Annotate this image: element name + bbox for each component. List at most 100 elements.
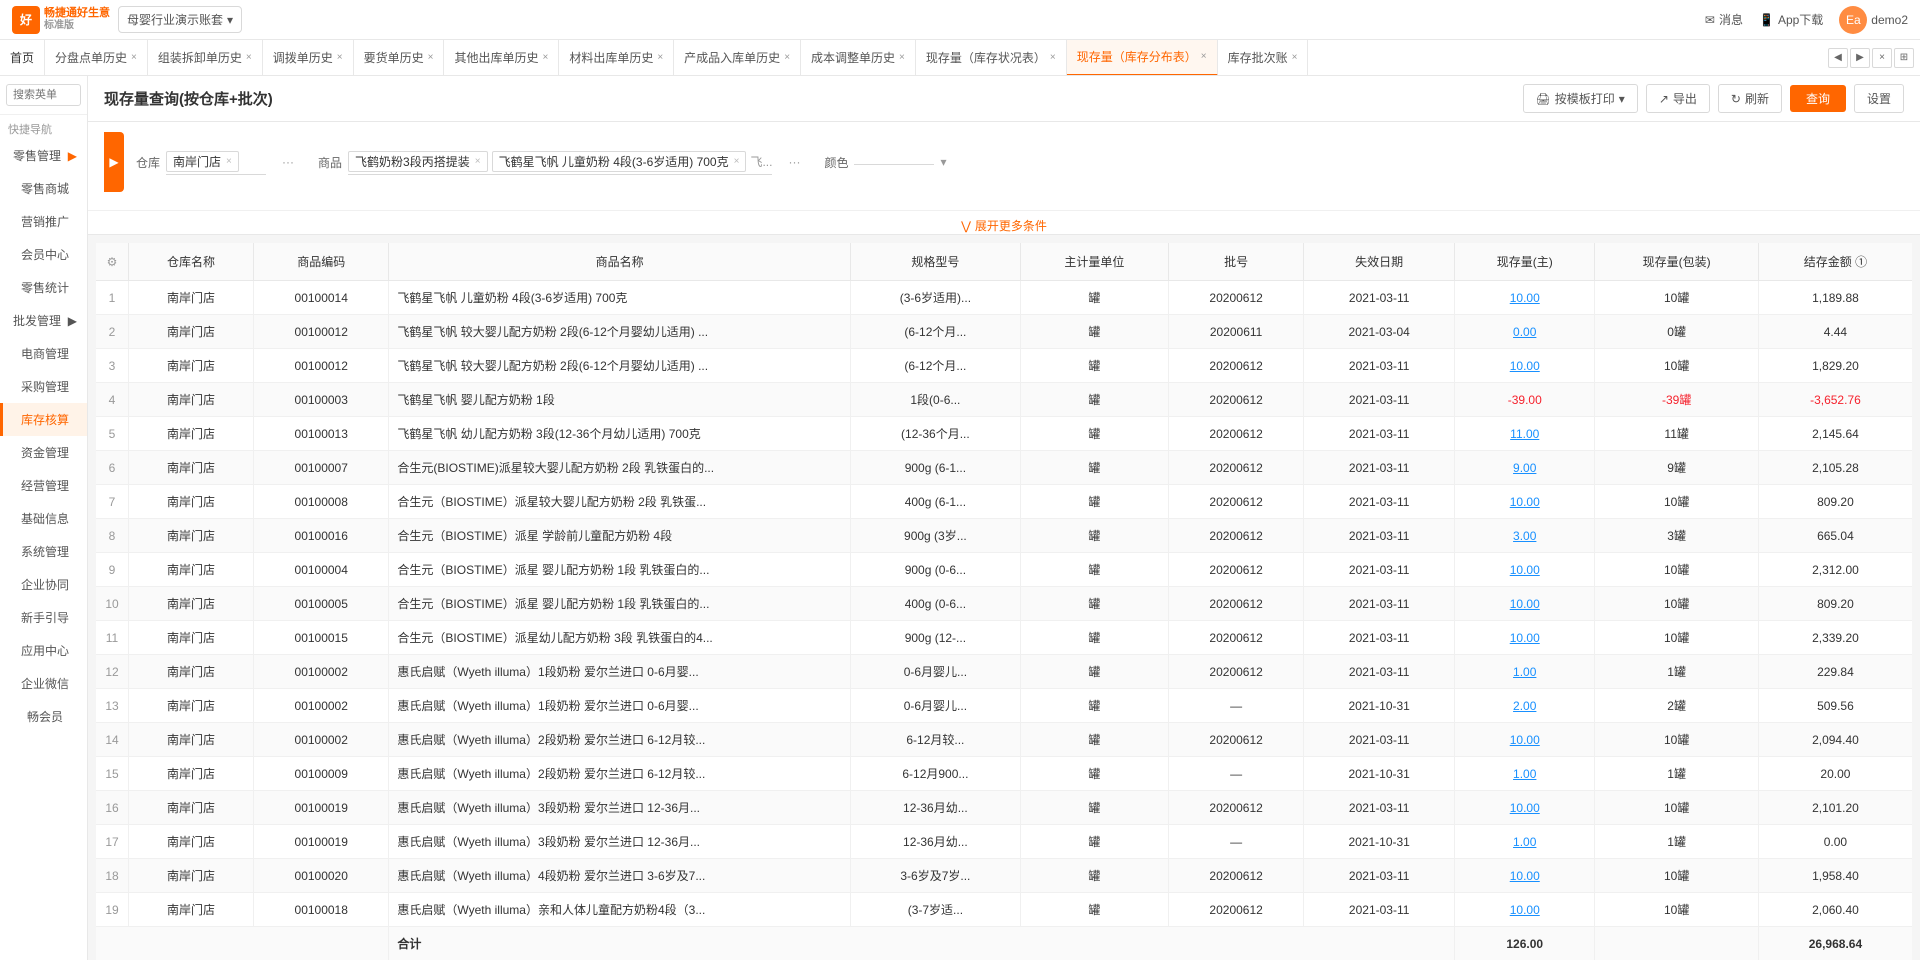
row-expire: 2021-03-11 <box>1304 587 1455 621</box>
col-spec: 规格型号 <box>850 243 1020 281</box>
row-stock-main[interactable]: 10.00 <box>1455 859 1595 893</box>
row-expire: 2021-10-31 <box>1304 757 1455 791</box>
row-num: 12 <box>96 655 129 689</box>
sidebar-item-inventory[interactable]: 库存核算 <box>0 403 87 436</box>
tab-close-icon[interactable]: × <box>899 52 905 63</box>
refresh-btn[interactable]: ↻ 刷新 <box>1718 84 1782 113</box>
app-download-btn[interactable]: 📱 App下载 <box>1759 11 1823 28</box>
sidebar-item-new-guide[interactable]: 新手引导 <box>0 601 87 634</box>
row-stock-main[interactable]: 10.00 <box>1455 281 1595 315</box>
row-stock-main[interactable]: 9.00 <box>1455 451 1595 485</box>
settings-icon[interactable]: ⚙ <box>104 254 120 270</box>
col-settings[interactable]: ⚙ <box>96 243 129 281</box>
tab-close-icon[interactable]: × <box>1050 52 1056 63</box>
sidebar-item-marketing[interactable]: 营销推广 <box>0 205 87 238</box>
row-stock-main[interactable]: 10.00 <box>1455 349 1595 383</box>
tab-other-out[interactable]: 其他出库单历史 × <box>444 40 559 76</box>
row-stock-main[interactable]: 10.00 <box>1455 621 1595 655</box>
sidebar-item-app-center[interactable]: 应用中心 <box>0 634 87 667</box>
query-btn[interactable]: 查询 <box>1790 85 1846 112</box>
tab-close-icon[interactable]: × <box>428 52 434 63</box>
sidebar-item-basic-info[interactable]: 基础信息 <box>0 502 87 535</box>
settings-btn[interactable]: 设置 <box>1854 84 1904 113</box>
user-avatar-area[interactable]: Ea demo2 <box>1839 6 1908 34</box>
tab-requisition[interactable]: 要货单历史 × <box>354 40 445 76</box>
tab-home[interactable]: 首页 <box>0 40 45 76</box>
warehouse-tag-close[interactable]: × <box>226 156 232 167</box>
row-batch: 20200612 <box>1168 349 1303 383</box>
tab-material-out[interactable]: 材料出库单历史 × <box>559 40 674 76</box>
tab-stock-dist[interactable]: 现存量（库存分布表） × <box>1067 40 1218 76</box>
row-stock-main[interactable]: 2.00 <box>1455 689 1595 723</box>
row-stock-main[interactable]: 0.00 <box>1455 315 1595 349</box>
row-stock-main[interactable]: 11.00 <box>1455 417 1595 451</box>
tab-close-icon[interactable]: × <box>657 52 663 63</box>
sidebar-item-system[interactable]: 系统管理 <box>0 535 87 568</box>
sidebar-item-retail-mall[interactable]: 零售商城 <box>0 172 87 205</box>
sidebar-item-member[interactable]: 会员中心 <box>0 238 87 271</box>
export-btn[interactable]: ↗ 导出 <box>1646 84 1710 113</box>
tab-close-all-btn[interactable]: × <box>1872 48 1892 68</box>
sidebar-item-member-benefit[interactable]: 畅会员 <box>0 700 87 733</box>
tab-product-in[interactable]: 产成品入库单历史 × <box>674 40 801 76</box>
row-spec: (12-36个月... <box>850 417 1020 451</box>
sidebar-item-enterprise-wechat[interactable]: 企业微信 <box>0 667 87 700</box>
tab-disassemble[interactable]: 组装拆卸单历史 × <box>148 40 263 76</box>
tab-close-icon[interactable]: × <box>542 52 548 63</box>
tab-close-icon[interactable]: × <box>337 52 343 63</box>
tab-prev-btn[interactable]: ◀ <box>1828 48 1848 68</box>
table-row: 17 南岸门店 00100019 惠氏启赋（Wyeth illuma）3段奶粉 … <box>96 825 1912 859</box>
col-stock-pkg: 现存量(包装) <box>1595 243 1758 281</box>
tab-next-btn[interactable]: ▶ <box>1850 48 1870 68</box>
sidebar-item-purchase[interactable]: 采购管理 <box>0 370 87 403</box>
row-expire: 2021-03-04 <box>1304 315 1455 349</box>
row-stock-main[interactable]: 10.00 <box>1455 791 1595 825</box>
search-input[interactable] <box>6 84 81 106</box>
tab-batch-account[interactable]: 库存批次账 × <box>1218 40 1309 76</box>
sidebar-item-retail-mgmt[interactable]: 零售管理 ▶ <box>0 139 87 172</box>
row-stock-main[interactable]: 1.00 <box>1455 757 1595 791</box>
tab-close-icon[interactable]: × <box>1292 52 1298 63</box>
print-template-btn[interactable]: 🖨 按模板打印 ▾ <box>1523 84 1638 113</box>
color-value[interactable] <box>854 160 934 165</box>
tab-cost-adjust[interactable]: 成本调整单历史 × <box>801 40 916 76</box>
tab-allocation[interactable]: 调拨单历史 × <box>263 40 354 76</box>
row-expire: 2021-03-11 <box>1304 723 1455 757</box>
sidebar-item-retail-stats[interactable]: 零售统计 <box>0 271 87 304</box>
tab-split-inventory[interactable]: 分盘点单历史 × <box>45 40 148 76</box>
tab-menu-btn[interactable]: ⊞ <box>1894 48 1914 68</box>
sidebar-item-finance[interactable]: 资金管理 <box>0 436 87 469</box>
product-tag-2-close[interactable]: × <box>734 156 740 167</box>
tab-stock-status[interactable]: 现存量（库存状况表） × <box>916 40 1067 76</box>
tab-close-icon[interactable]: × <box>784 52 790 63</box>
sidebar-item-ecommerce[interactable]: 电商管理 <box>0 337 87 370</box>
row-code: 00100002 <box>254 655 389 689</box>
tab-close-icon[interactable]: × <box>131 52 137 63</box>
row-stock-main[interactable]: 10.00 <box>1455 587 1595 621</box>
row-stock-main[interactable]: 10.00 <box>1455 553 1595 587</box>
tab-close-icon[interactable]: × <box>1201 51 1207 62</box>
sidebar-item-enterprise[interactable]: 企业协同 <box>0 568 87 601</box>
sidebar-item-label: 企业协同 <box>21 576 69 593</box>
company-selector[interactable]: 母婴行业演示账套 ▾ <box>118 6 242 33</box>
row-expire: 2021-03-11 <box>1304 859 1455 893</box>
row-stock-main[interactable]: 1.00 <box>1455 825 1595 859</box>
row-stock-main[interactable]: 3.00 <box>1455 519 1595 553</box>
sidebar-item-operations[interactable]: 经营管理 <box>0 469 87 502</box>
product-tag-1-close[interactable]: × <box>475 156 481 167</box>
row-stock-main[interactable]: 10.00 <box>1455 893 1595 927</box>
filter-expand-btn[interactable]: ▶ <box>104 132 124 192</box>
row-stock-pkg: 3罐 <box>1595 519 1758 553</box>
row-stock-main[interactable]: 1.00 <box>1455 655 1595 689</box>
sidebar-item-wholesale[interactable]: 批发管理 ▶ <box>0 304 87 337</box>
row-warehouse: 南岸门店 <box>129 587 254 621</box>
row-stock-main[interactable]: -39.00 <box>1455 383 1595 417</box>
expand-conditions-btn[interactable]: ⋁ 展开更多条件 <box>88 210 1920 234</box>
table-row: 1 南岸门店 00100014 飞鹤星飞帆 儿童奶粉 4段(3-6岁适用) 70… <box>96 281 1912 315</box>
row-warehouse: 南岸门店 <box>129 383 254 417</box>
tab-close-icon[interactable]: × <box>246 52 252 63</box>
table-row: 11 南岸门店 00100015 合生元（BIOSTIME）派星幼儿配方奶粉 3… <box>96 621 1912 655</box>
row-stock-main[interactable]: 10.00 <box>1455 485 1595 519</box>
message-btn[interactable]: ✉ 消息 <box>1705 11 1743 28</box>
row-stock-main[interactable]: 10.00 <box>1455 723 1595 757</box>
